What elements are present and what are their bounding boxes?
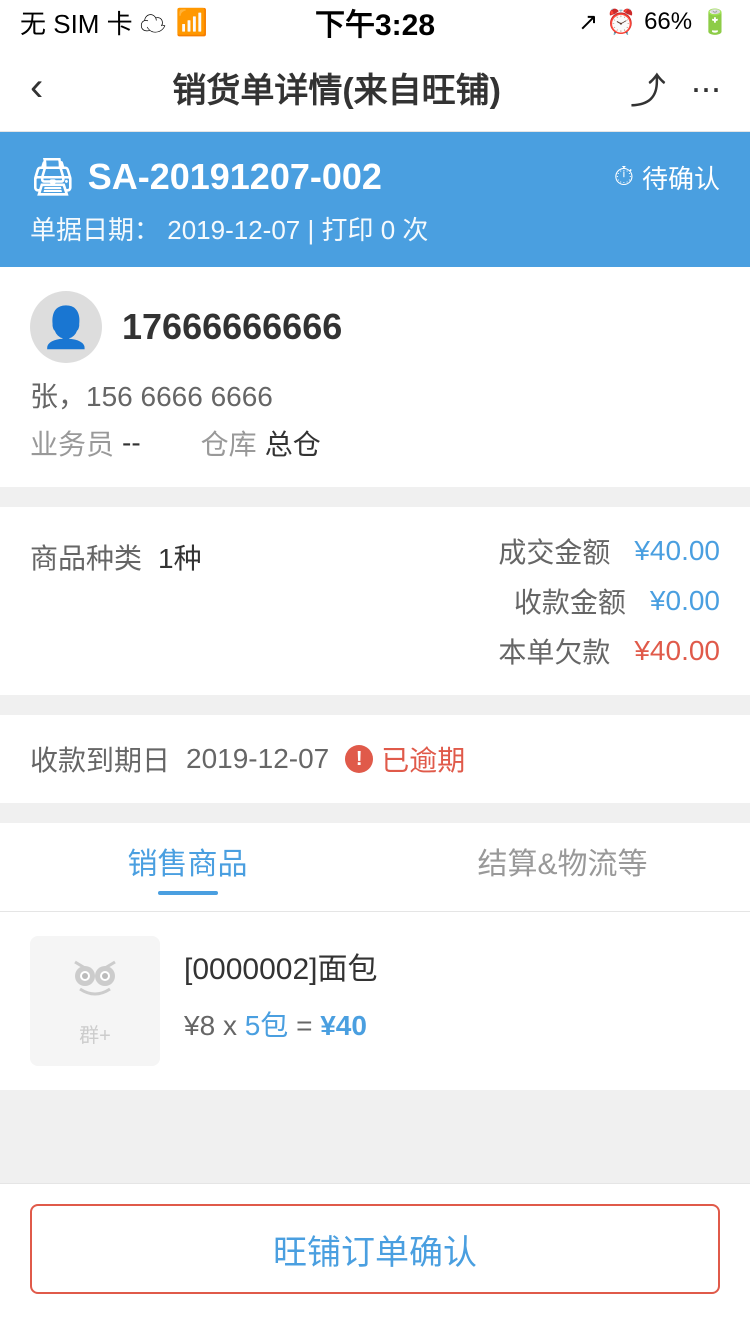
sales-value: -- bbox=[122, 427, 141, 459]
status-right: ↗ ⏰ 66% 🔋 bbox=[578, 8, 730, 37]
tab-settlement-label: 结算&物流等 bbox=[477, 839, 647, 883]
order-header: 🖨 SA-20191207-002 ⏱ 待确认 单据日期： 2019-12-07… bbox=[0, 132, 750, 267]
product-info: [0000002]面包 ¥8 x 5包 = ¥40 bbox=[184, 936, 720, 1044]
amount-label-1: 收款金额 bbox=[514, 581, 626, 621]
status-bar: 无 SIM 卡 ☁ 📶 下午3:28 ↗ ⏰ 66% 🔋 bbox=[0, 0, 750, 44]
share-button[interactable]: ⤴ bbox=[630, 62, 666, 114]
order-id-row: 🖨 SA-20191207-002 ⏱ 待确认 bbox=[30, 156, 720, 198]
warehouse-label: 仓库 bbox=[201, 423, 257, 463]
more-button[interactable]: ··· bbox=[690, 67, 720, 109]
nav-right-actions: ⤴ ··· bbox=[630, 62, 720, 114]
order-status: ⏱ 待确认 bbox=[614, 159, 720, 196]
amount-value-0: ¥40.00 bbox=[634, 535, 720, 567]
tabs-section: 销售商品 结算&物流等 bbox=[0, 823, 750, 912]
order-date: 2019-12-07 bbox=[167, 215, 300, 245]
product-equals: = bbox=[296, 1010, 320, 1041]
product-name: [0000002]面包 bbox=[184, 944, 720, 988]
product-type-value: 1种 bbox=[158, 537, 202, 577]
due-label: 收款到期日 bbox=[30, 739, 170, 779]
product-total: ¥40 bbox=[320, 1010, 367, 1041]
date-label: 单据日期： bbox=[30, 215, 160, 245]
product-price: ¥8 bbox=[184, 1010, 215, 1041]
customer-avatar: 👤 bbox=[30, 291, 102, 363]
amount-row-2: 本单欠款 ¥40.00 bbox=[498, 631, 720, 671]
due-section: 收款到期日 2019-12-07 ! 已逾期 bbox=[0, 715, 750, 823]
tab-active-indicator bbox=[158, 891, 218, 895]
customer-section: 👤 17666666666 张，156 6666 6666 业务员 -- 仓库 … bbox=[0, 267, 750, 507]
owl-icon bbox=[65, 954, 125, 1015]
confirm-order-button[interactable]: 旺铺订单确认 bbox=[30, 1204, 720, 1294]
nav-bar: ‹ 销货单详情(来自旺铺) ⤴ ··· bbox=[0, 44, 750, 132]
warehouse-meta: 仓库 总仓 bbox=[201, 423, 321, 463]
order-icon: 🖨 bbox=[30, 156, 76, 198]
amount-row-0: 成交金额 ¥40.00 bbox=[498, 531, 720, 571]
customer-name: 张，156 6666 6666 bbox=[30, 375, 720, 415]
tab-settlement-logistics[interactable]: 结算&物流等 bbox=[375, 823, 750, 911]
amount-row-1: 收款金额 ¥0.00 bbox=[514, 581, 720, 621]
status-time: 下午3:28 bbox=[315, 0, 435, 44]
back-icon: ‹ bbox=[30, 65, 43, 109]
amount-label-2: 本单欠款 bbox=[498, 631, 610, 671]
overdue-badge: ! 已逾期 bbox=[345, 739, 465, 779]
alarm-icon: ⏰ bbox=[606, 8, 636, 37]
warehouse-value: 总仓 bbox=[265, 423, 321, 463]
order-status-text: 待确认 bbox=[642, 159, 720, 196]
tab-sales-product-label: 销售商品 bbox=[128, 839, 248, 883]
sales-label: 业务员 bbox=[30, 423, 114, 463]
summary-right: 成交金额 ¥40.00 收款金额 ¥0.00 本单欠款 ¥40.00 bbox=[498, 531, 720, 671]
bottom-bar: 旺铺订单确认 bbox=[0, 1183, 750, 1334]
status-clock-icon: ⏱ bbox=[614, 161, 634, 193]
overdue-dot-icon: ! bbox=[345, 745, 373, 773]
status-left: 无 SIM 卡 ☁ 📶 bbox=[20, 4, 208, 41]
product-item: 群+ [0000002]面包 ¥8 x 5包 = ¥40 bbox=[30, 936, 720, 1066]
amount-value-1: ¥0.00 bbox=[650, 585, 720, 617]
overdue-text: 已逾期 bbox=[381, 739, 465, 779]
product-thumb-inner: 群+ bbox=[65, 954, 125, 1048]
product-qty: 5包 bbox=[245, 1010, 289, 1041]
order-date-row: 单据日期： 2019-12-07 | 打印 0 次 bbox=[30, 210, 720, 247]
order-id: 🖨 SA-20191207-002 bbox=[30, 156, 382, 198]
summary-section: 商品种类 1种 成交金额 ¥40.00 收款金额 ¥0.00 本单欠款 ¥40.… bbox=[0, 507, 750, 715]
due-date: 2019-12-07 bbox=[186, 743, 329, 775]
back-button[interactable]: ‹ bbox=[30, 65, 43, 110]
no-sim-text: 无 SIM 卡 ☁ bbox=[20, 4, 166, 41]
logo-plus-text: 群+ bbox=[79, 1019, 111, 1048]
wifi-icon: 📶 bbox=[176, 7, 208, 38]
battery-icon: 🔋 bbox=[700, 8, 730, 37]
tab-inactive-indicator bbox=[533, 891, 593, 895]
avatar-icon: 👤 bbox=[41, 304, 91, 351]
amount-value-2: ¥40.00 bbox=[634, 635, 720, 667]
page-title: 销货单详情(来自旺铺) bbox=[43, 63, 630, 112]
customer-meta: 业务员 -- 仓库 总仓 bbox=[30, 423, 720, 463]
location-icon: ↗ bbox=[578, 8, 598, 37]
product-section: 群+ [0000002]面包 ¥8 x 5包 = ¥40 bbox=[0, 912, 750, 1091]
sales-meta: 业务员 -- bbox=[30, 423, 141, 463]
tab-sales-product[interactable]: 销售商品 bbox=[0, 823, 375, 911]
summary-left: 商品种类 1种 bbox=[30, 531, 202, 577]
product-type-label: 商品种类 bbox=[30, 537, 142, 577]
date-separator: | bbox=[307, 215, 321, 245]
product-thumbnail: 群+ bbox=[30, 936, 160, 1066]
product-price-row: ¥8 x 5包 = ¥40 bbox=[184, 1004, 720, 1044]
order-id-text: SA-20191207-002 bbox=[88, 156, 382, 198]
print-info: 打印 0 次 bbox=[321, 215, 428, 245]
battery-text: 66% bbox=[644, 8, 692, 36]
customer-info: 17666666666 bbox=[122, 306, 342, 348]
customer-phone: 17666666666 bbox=[122, 306, 342, 348]
customer-row: 👤 17666666666 bbox=[30, 291, 720, 363]
amount-label-0: 成交金额 bbox=[498, 531, 610, 571]
product-multiply: x bbox=[223, 1010, 245, 1041]
